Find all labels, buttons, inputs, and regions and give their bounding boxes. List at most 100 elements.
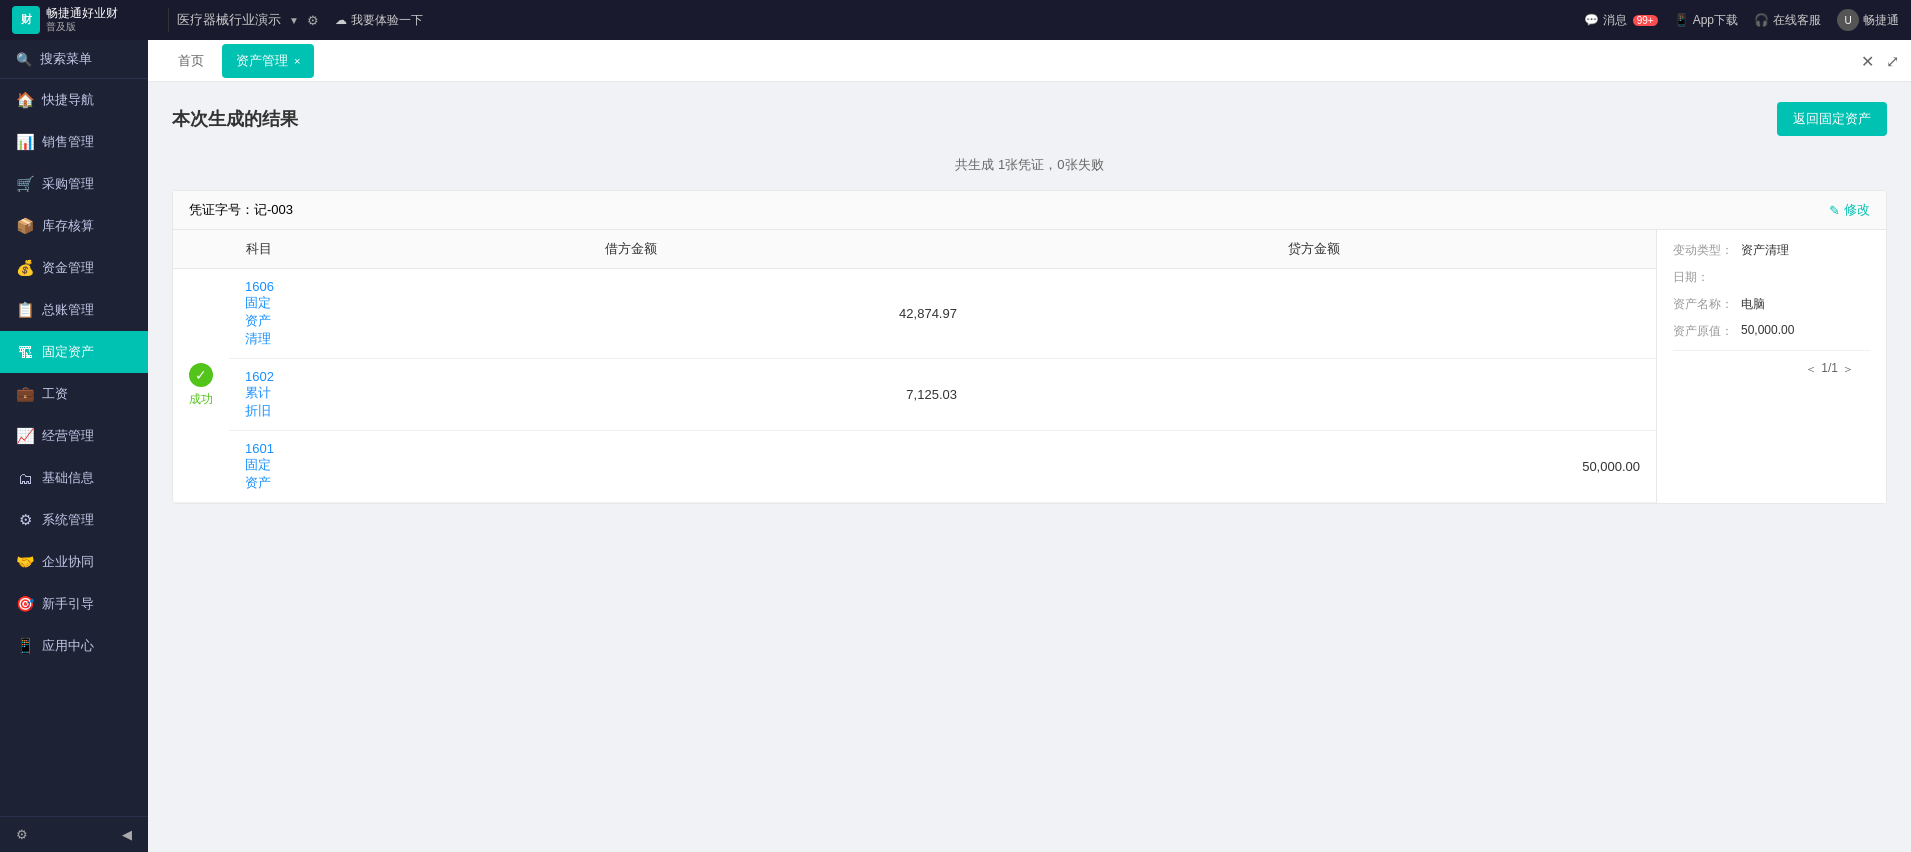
company-selector[interactable]: 医疗器械行业演示 ▼ (177, 11, 299, 29)
edition-badge: 普及版 (46, 20, 118, 34)
app-name: 畅捷通好业财 (46, 6, 118, 20)
sidebar-label-quick-nav: 快捷导航 (42, 91, 94, 109)
phone-icon: 📱 (1674, 13, 1689, 27)
guide-icon: 🎯 (16, 595, 34, 613)
sidebar-item-cooperation[interactable]: 🤝 企业协同 (0, 541, 148, 583)
col-subject: 科目 (229, 230, 290, 269)
edit-button[interactable]: ✎ 修改 (1829, 201, 1870, 219)
logo-icon: 财 (12, 6, 40, 34)
apps-icon: 📱 (16, 637, 34, 655)
search-menu-item[interactable]: 🔍 搜索菜单 (0, 40, 148, 79)
close-modal-button[interactable]: ✕ (1857, 48, 1878, 75)
sidebar-item-purchase[interactable]: 🛒 采购管理 (0, 163, 148, 205)
home-icon: 🏠 (16, 91, 34, 109)
message-icon: 💬 (1584, 13, 1599, 27)
trial-label: 我要体验一下 (351, 12, 423, 29)
subject-code-1601: 1601 (245, 441, 274, 456)
sidebar-item-capital[interactable]: 💰 资金管理 (0, 247, 148, 289)
close-tab-icon[interactable]: × (294, 55, 300, 67)
sidebar-item-fixed-assets[interactable]: 🏗 固定资产 (0, 331, 148, 373)
online-service-btn[interactable]: 🎧 在线客服 (1754, 12, 1821, 29)
app-download-label: App下载 (1693, 12, 1738, 29)
prev-page-btn[interactable]: ＜ (1805, 361, 1817, 378)
avatar: U (1837, 9, 1859, 31)
messages-btn[interactable]: 💬 消息 99+ (1584, 12, 1658, 29)
page-title: 本次生成的结果 (172, 107, 298, 131)
ledger-icon: 📋 (16, 301, 34, 319)
sidebar-item-operations[interactable]: 📈 经营管理 (0, 415, 148, 457)
page-header: 本次生成的结果 返回固定资产 (172, 102, 1887, 136)
tab-home-label: 首页 (178, 53, 204, 68)
sidebar-label-capital: 资金管理 (42, 259, 94, 277)
sidebar-item-quick-nav[interactable]: 🏠 快捷导航 (0, 79, 148, 121)
next-page-btn[interactable]: ＞ (1842, 361, 1854, 378)
voucher-header: 凭证字号：记-003 ✎ 修改 (173, 191, 1886, 230)
user-name: 畅捷通 (1863, 12, 1899, 29)
expand-modal-button[interactable]: ⤢ (1882, 48, 1903, 75)
tab-bar: 首页 资产管理 × ✕ ⤢ (148, 40, 1911, 82)
page-content: 本次生成的结果 返回固定资产 共生成 1张凭证，0张失败 凭证字号：记-003 … (148, 82, 1911, 852)
sidebar-item-guide[interactable]: 🎯 新手引导 (0, 583, 148, 625)
sidebar-item-inventory[interactable]: 📦 库存核算 (0, 205, 148, 247)
voucher-block: 凭证字号：记-003 ✎ 修改 科目 (172, 190, 1887, 504)
page-indicator: 1/1 (1821, 361, 1838, 378)
sidebar-item-ledger[interactable]: 📋 总账管理 (0, 289, 148, 331)
debit-cell-1606: 42,874.97 (290, 269, 973, 359)
sidebar-label-operations: 经营管理 (42, 427, 94, 445)
sidebar-bottom: ⚙ ◀ (0, 816, 148, 852)
tab-home[interactable]: 首页 (164, 44, 218, 78)
subject-code-1606: 1606 (245, 279, 274, 294)
subject-cell-1602[interactable]: 1602 累计折旧 (229, 359, 290, 431)
logo-area: 财 畅捷通好业财 普及版 (12, 6, 160, 34)
user-menu[interactable]: U 畅捷通 (1837, 9, 1899, 31)
subject-cell-1601[interactable]: 1601 固定资产 (229, 431, 290, 503)
main-layout: 🔍 搜索菜单 🏠 快捷导航 📊 销售管理 🛒 采购管理 📦 库存核算 💰 资金管… (0, 40, 1911, 852)
top-header: 财 畅捷通好业财 普及版 医疗器械行业演示 ▼ ⚙ ☁ 我要体验一下 💬 消息 … (0, 0, 1911, 40)
change-type-value: 资产清理 (1741, 242, 1789, 259)
sidebar-item-basic-info[interactable]: 🗂 基础信息 (0, 457, 148, 499)
voucher-table: 科目 借方金额 贷方金额 ✓ 成功 (173, 230, 1656, 503)
table-row: 1602 累计折旧 7,125.03 (173, 359, 1656, 431)
app-download-btn[interactable]: 📱 App下载 (1674, 12, 1738, 29)
purchase-icon: 🛒 (16, 175, 34, 193)
voucher-num: 凭证字号：记-003 (189, 201, 293, 219)
sidebar: 🔍 搜索菜单 🏠 快捷导航 📊 销售管理 🛒 采购管理 📦 库存核算 💰 资金管… (0, 40, 148, 852)
sidebar-label-purchase: 采购管理 (42, 175, 94, 193)
sidebar-item-apps[interactable]: 📱 应用中心 (0, 625, 148, 667)
system-icon: ⚙ (16, 511, 34, 529)
sidebar-item-system[interactable]: ⚙ 系统管理 (0, 499, 148, 541)
asset-name-row: 资产名称： 电脑 (1673, 296, 1870, 313)
subject-code-1602: 1602 (245, 369, 274, 384)
change-type-label: 变动类型： (1673, 242, 1733, 259)
sales-icon: 📊 (16, 133, 34, 151)
sidebar-item-payroll[interactable]: 💼 工资 (0, 373, 148, 415)
sidebar-item-sales[interactable]: 📊 销售管理 (0, 121, 148, 163)
voucher-num-label: 凭证字号： (189, 202, 254, 217)
header-right-area: 💬 消息 99+ 📱 App下载 🎧 在线客服 U 畅捷通 (1584, 9, 1899, 31)
asset-name-value: 电脑 (1741, 296, 1765, 313)
divider (168, 8, 169, 32)
gear-icon[interactable]: ⚙ (307, 13, 319, 28)
trial-button[interactable]: ☁ 我要体验一下 (335, 12, 423, 29)
fixed-assets-icon: 🏗 (16, 344, 34, 361)
tab-asset-management[interactable]: 资产管理 × (222, 44, 314, 78)
sidebar-label-guide: 新手引导 (42, 595, 94, 613)
status-label: 成功 (189, 391, 213, 408)
status-cell: ✓ 成功 (173, 269, 229, 503)
capital-icon: 💰 (16, 259, 34, 277)
collapse-icon[interactable]: ◀ (122, 827, 132, 842)
credit-cell-1606 (973, 269, 1656, 359)
online-service-label: 在线客服 (1773, 12, 1821, 29)
subject-name-1606: 固定资产清理 (245, 295, 271, 346)
return-fixed-assets-button[interactable]: 返回固定资产 (1777, 102, 1887, 136)
operations-icon: 📈 (16, 427, 34, 445)
debit-cell-1601 (290, 431, 973, 503)
sidebar-label-system: 系统管理 (42, 511, 94, 529)
voucher-num-value: 记-003 (254, 202, 293, 217)
subject-name-1602: 累计折旧 (245, 385, 271, 418)
sidebar-label-basic-info: 基础信息 (42, 469, 94, 487)
subject-cell-1606[interactable]: 1606 固定资产清理 (229, 269, 290, 359)
inventory-icon: 📦 (16, 217, 34, 235)
settings-bottom-icon[interactable]: ⚙ (16, 827, 28, 842)
content-area: 首页 资产管理 × ✕ ⤢ 本次生成的结果 返回固定资产 共生成 1张凭证，0张… (148, 40, 1911, 852)
